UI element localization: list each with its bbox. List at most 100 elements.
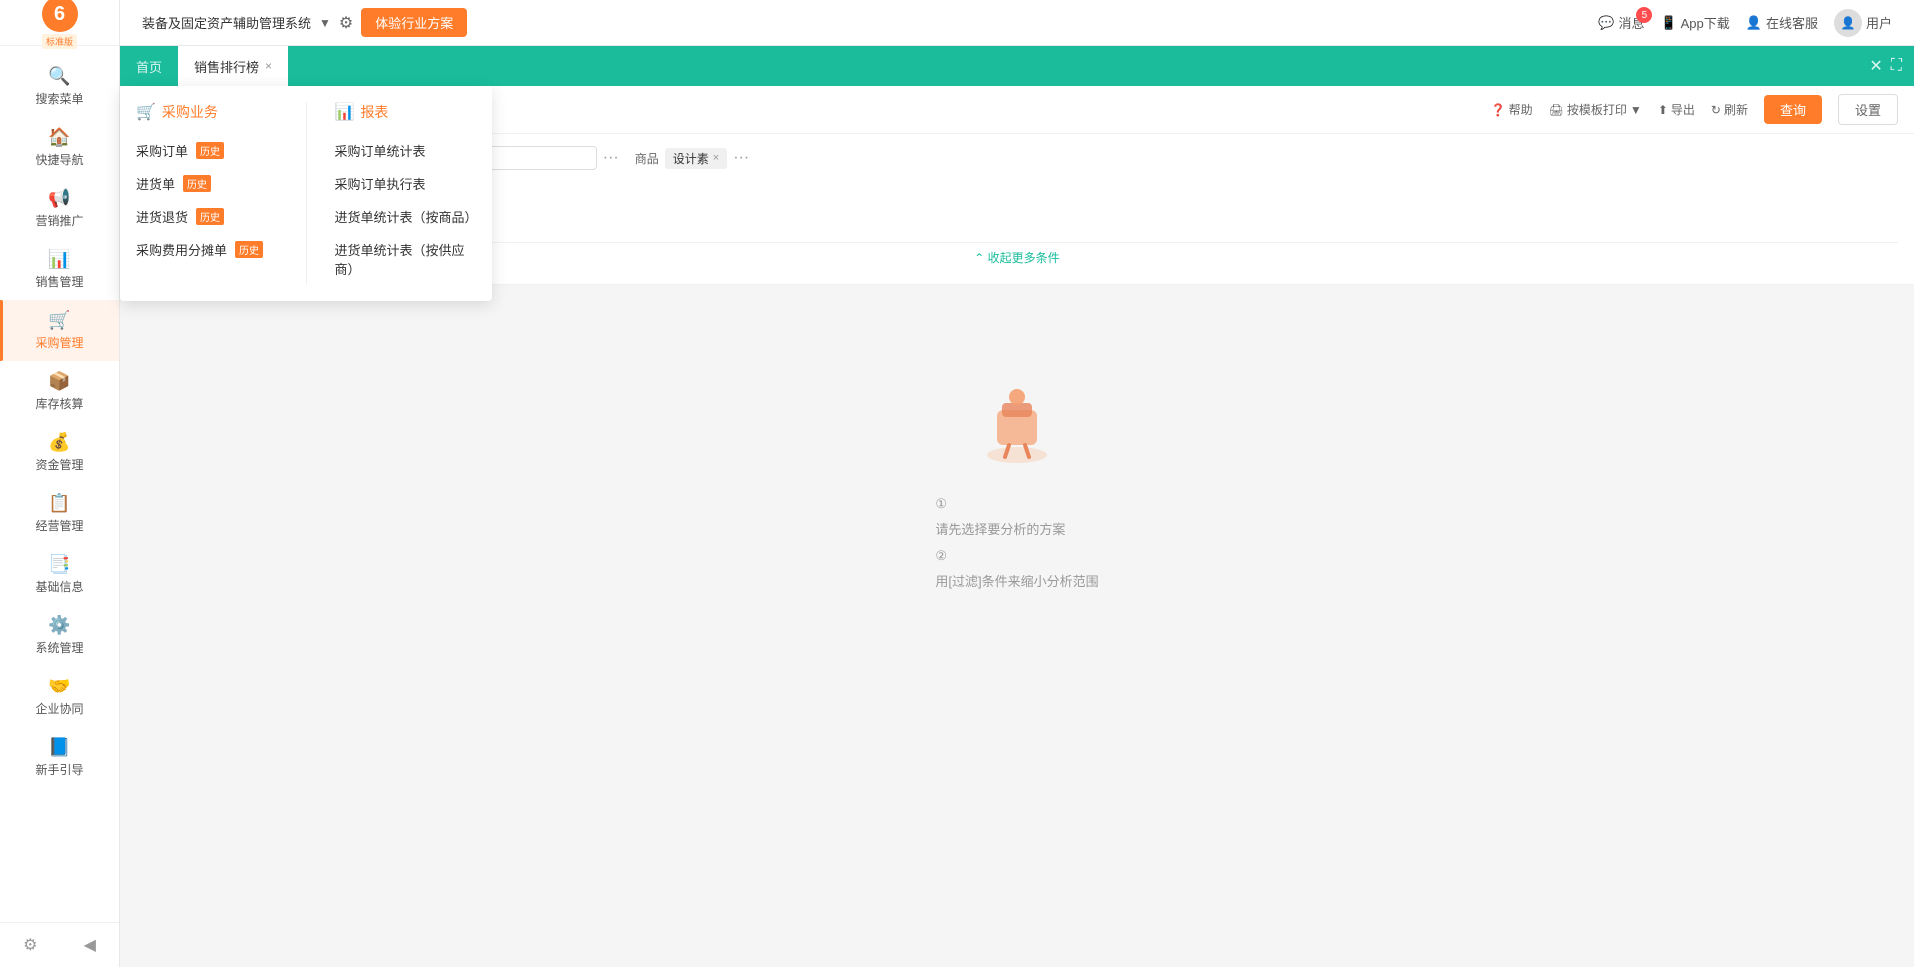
sidebar-item-enterprise[interactable]: 🤝 企业协同 (0, 666, 119, 727)
sidebar-logo: 6 标准版 (0, 0, 119, 46)
guide-icon: 📘 (48, 737, 70, 758)
message-icon: 💬 (1598, 15, 1614, 31)
search-icon: 🔍 (48, 66, 70, 87)
dropdown-item-order-stats[interactable]: 采购订单统计表 (335, 134, 477, 167)
purchase-dropdown-menu: 🛒 采购业务 采购订单 历史 进货单 历史 进货退货 历史 采购费用分摊单 历史 (120, 86, 492, 301)
sidebar-item-guide[interactable]: 📘 新手引导 (0, 727, 119, 788)
message-btn[interactable]: 💬 消息 5 (1598, 13, 1644, 32)
online-service-btn[interactable]: 👤 在线客服 (1746, 13, 1818, 32)
sidebar-item-label: 采购管理 (35, 334, 83, 351)
sidebar-item-label: 基础信息 (35, 578, 83, 595)
status-more-btn[interactable]: ··· (603, 149, 619, 167)
sidebar-item-label: 销售管理 (35, 273, 83, 290)
sidebar-item-label: 库存核算 (35, 395, 83, 412)
purchase-section-icon: 🛒 (136, 102, 156, 122)
sidebar-item-label: 新手引导 (35, 761, 83, 778)
sidebar-item-label: 搜索菜单 (35, 90, 83, 107)
sidebar-item-purchase[interactable]: 🛒 采购管理 (0, 300, 119, 361)
print-icon: 🖨 (1549, 103, 1564, 117)
dropdown-item-order-execution[interactable]: 采购订单执行表 (335, 167, 477, 200)
sidebar: 6 标准版 🔍 搜索菜单 🏠 快捷导航 📢 营销推广 📊 销售管理 🛒 采购管理… (0, 0, 120, 967)
tab-close-btn[interactable]: × (265, 59, 272, 73)
dropdown-item-goods-in[interactable]: 进货单 历史 (136, 167, 278, 200)
sidebar-item-label: 系统管理 (35, 639, 83, 656)
sidebar-menu: 🔍 搜索菜单 🏠 快捷导航 📢 营销推广 📊 销售管理 🛒 采购管理 📦 库存核… (0, 46, 119, 922)
sidebar-item-sales[interactable]: 📊 销售管理 (0, 239, 119, 300)
query-btn[interactable]: 查询 (1764, 95, 1822, 124)
purchase-icon: 🛒 (48, 310, 70, 331)
marketing-icon: 📢 (48, 188, 70, 209)
sidebar-item-label: 快捷导航 (35, 151, 83, 168)
history-tag: 历史 (196, 208, 224, 225)
message-badge: 5 (1636, 7, 1652, 23)
section-divider (306, 102, 307, 285)
product-tag-close[interactable]: × (713, 152, 719, 164)
dropdown-sections: 🛒 采购业务 采购订单 历史 进货单 历史 进货退货 历史 采购费用分摊单 历史 (136, 102, 476, 285)
user-menu-btn[interactable]: 👤 用户 (1834, 9, 1892, 37)
industry-btn[interactable]: 体验行业方案 (361, 8, 467, 37)
empty-text: ① 请先选择要分析的方案 ② 用[过滤]条件来缩小分析范围 (935, 491, 1098, 595)
dropdown-item-goods-stats-product[interactable]: 进货单统计表（按商品） (335, 200, 477, 233)
user-avatar: 👤 (1834, 9, 1862, 37)
history-tag: 历史 (183, 175, 211, 192)
tab-sales-ranking[interactable]: 销售排行榜 × (178, 46, 288, 86)
sidebar-item-label: 企业协同 (35, 700, 83, 717)
sidebar-collapse-btn[interactable]: ◀ (84, 935, 96, 955)
home-icon: 🏠 (48, 127, 70, 148)
phone-icon: 📱 (1660, 15, 1676, 31)
sidebar-item-quick-nav[interactable]: 🏠 快捷导航 (0, 117, 119, 178)
dropdown-item-goods-stats-supplier[interactable]: 进货单统计表（按供应商） (335, 233, 477, 285)
tab-bar: 首页 销售排行榜 × ✕ ⛶ (120, 46, 1914, 86)
header-middle: 装备及固定资产辅助管理系统 ▼ ⚙ 体验行业方案 (132, 8, 1598, 37)
sidebar-item-basic-info[interactable]: 📑 基础信息 (0, 544, 119, 605)
report-section-title: 📊 报表 (335, 102, 477, 122)
tab-expand-btn[interactable]: ⛶ (1891, 57, 1902, 75)
empty-illustration (967, 375, 1067, 475)
header-right: 💬 消息 5 📱 App下载 👤 在线客服 👤 用户 (1598, 9, 1892, 37)
product-label: 商品 (635, 150, 659, 167)
tab-close-all-btn[interactable]: ✕ (1869, 56, 1882, 76)
status-select[interactable] (477, 146, 597, 170)
help-icon: ❓ (1491, 103, 1506, 117)
finance-icon: 💰 (48, 432, 70, 453)
settings-btn[interactable]: 设置 (1838, 94, 1898, 125)
dropdown-item-purchase-order[interactable]: 采购订单 历史 (136, 134, 278, 167)
empty-state: ① 请先选择要分析的方案 ② 用[过滤]条件来缩小分析范围 (120, 285, 1914, 685)
service-icon: 👤 (1746, 15, 1762, 31)
sidebar-item-finance[interactable]: 💰 资金管理 (0, 422, 119, 483)
app-download-btn[interactable]: 📱 App下载 (1660, 13, 1729, 32)
export-btn[interactable]: ⬆ 导出 (1658, 101, 1695, 118)
dropdown-item-goods-return[interactable]: 进货退货 历史 (136, 200, 278, 233)
help-btn[interactable]: ❓ 帮助 (1491, 101, 1533, 118)
sidebar-item-operation[interactable]: 📋 经营管理 (0, 483, 119, 544)
inventory-icon: 📦 (48, 371, 70, 392)
sidebar-item-label: 营销推广 (35, 212, 83, 229)
product-tag: 设计素 × (665, 148, 727, 169)
system-icon: ⚙️ (48, 615, 70, 636)
sidebar-item-label: 资金管理 (35, 456, 83, 473)
top-header: 装备及固定资产辅助管理系统 ▼ ⚙ 体验行业方案 💬 消息 5 📱 App下载 … (120, 0, 1914, 46)
enterprise-icon: 🤝 (48, 676, 70, 697)
report-section-icon: 📊 (335, 102, 355, 122)
sidebar-item-system[interactable]: ⚙️ 系统管理 (0, 605, 119, 666)
sidebar-item-search[interactable]: 🔍 搜索菜单 (0, 56, 119, 117)
sidebar-settings-btn[interactable]: ⚙ (23, 935, 37, 955)
system-name: 装备及固定资产辅助管理系统 (142, 13, 311, 32)
print-btn[interactable]: 🖨 按模板打印 ▼ (1549, 101, 1642, 118)
product-more-btn[interactable]: ··· (733, 149, 749, 167)
operation-icon: 📋 (48, 493, 70, 514)
gear-btn[interactable]: ⚙ (339, 13, 353, 33)
tab-home[interactable]: 首页 (120, 46, 178, 86)
app-logo-icon: 6 (42, 0, 78, 32)
purchase-section-title: 🛒 采购业务 (136, 102, 278, 122)
history-tag: 历史 (196, 142, 224, 159)
sales-icon: 📊 (48, 249, 70, 270)
basic-info-icon: 📑 (48, 554, 70, 575)
sidebar-item-marketing[interactable]: 📢 营销推广 (0, 178, 119, 239)
system-dropdown-btn[interactable]: ▼ (319, 16, 331, 30)
sidebar-item-inventory[interactable]: 📦 库存核算 (0, 361, 119, 422)
refresh-btn[interactable]: ↻ 刷新 (1711, 101, 1748, 118)
sidebar-bottom: ⚙ ◀ (0, 922, 119, 967)
dropdown-item-purchase-fee[interactable]: 采购费用分摊单 历史 (136, 233, 278, 266)
refresh-icon: ↻ (1711, 103, 1721, 117)
